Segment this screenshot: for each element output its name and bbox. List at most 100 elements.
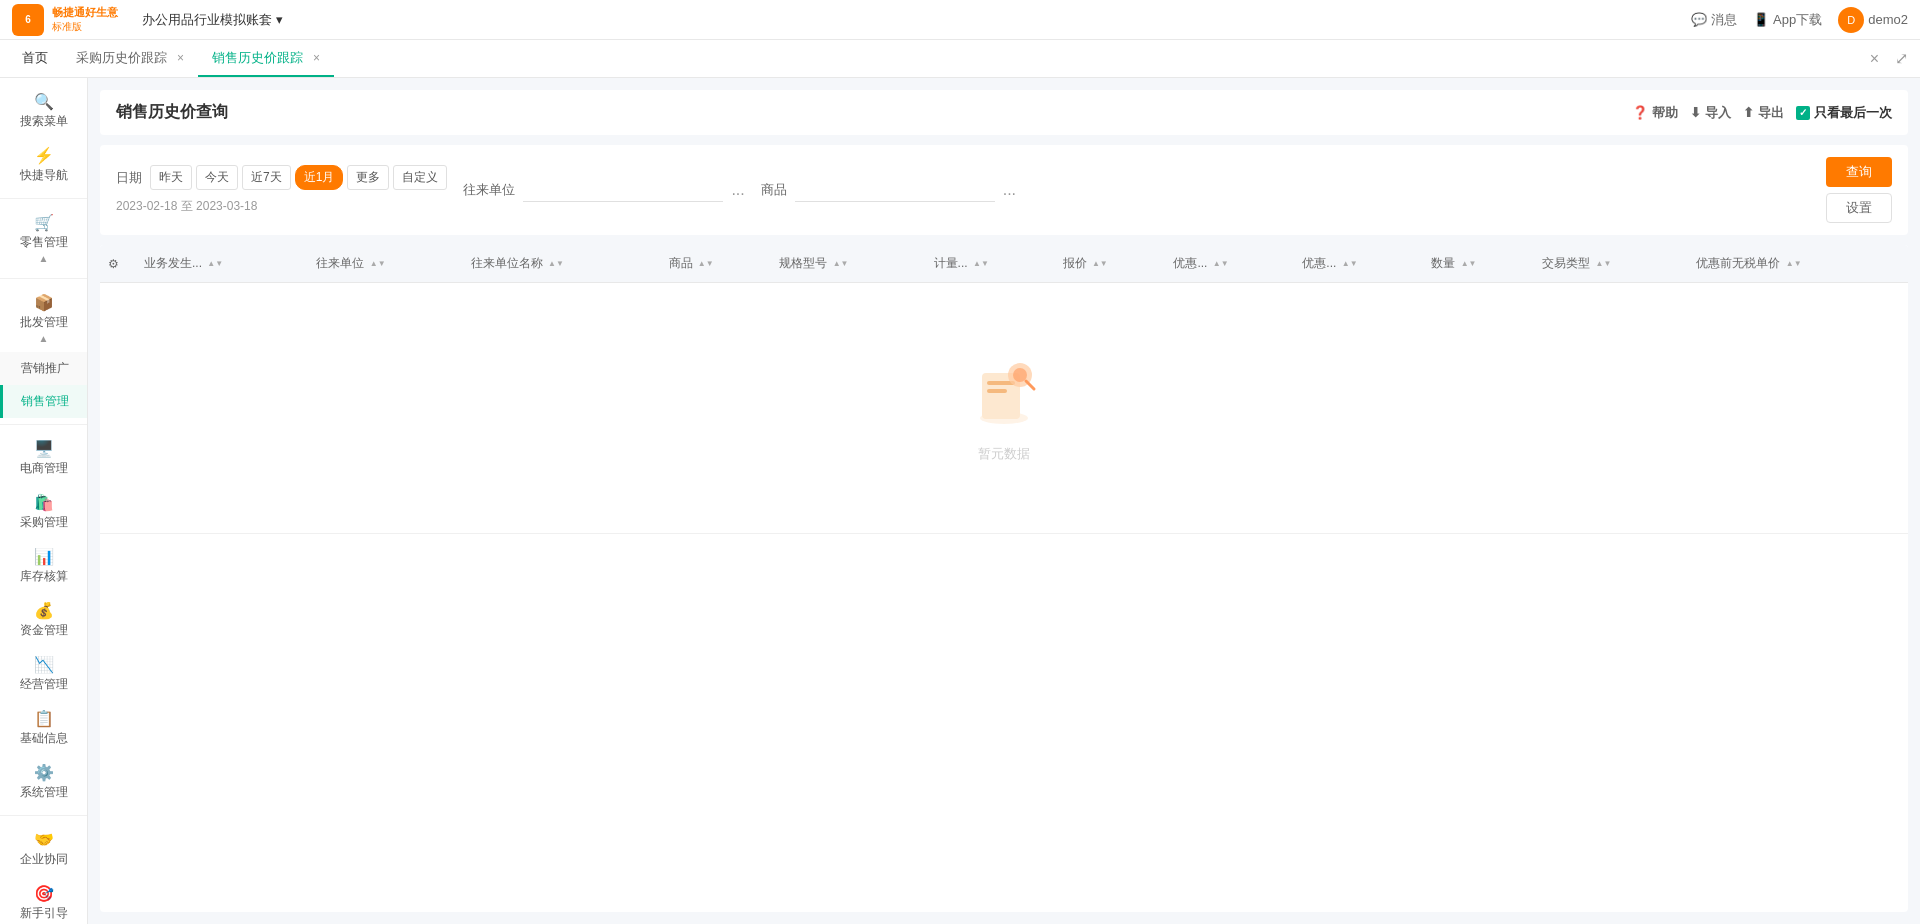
- date-btn-yesterday[interactable]: 昨天: [150, 165, 192, 190]
- mobile-icon: 📱: [1753, 12, 1769, 27]
- sort-icon: ▲▼: [698, 259, 714, 268]
- sort-icon: ▲▼: [1213, 259, 1229, 268]
- sidebar-item-search-menu[interactable]: 🔍 搜索菜单: [0, 84, 87, 138]
- table-col-quote[interactable]: 报价 ▲▼: [1055, 245, 1166, 283]
- date-label: 日期: [116, 169, 142, 187]
- sidebar-item-marketing-label: 营销推广: [21, 360, 69, 377]
- partner-input[interactable]: [523, 178, 723, 202]
- export-button[interactable]: ⬆ 导出: [1743, 104, 1784, 122]
- sidebar-item-wholesale-label: 批发管理: [20, 314, 68, 331]
- message-button[interactable]: 💬 消息: [1691, 11, 1737, 29]
- partner-label: 往来单位: [463, 181, 515, 199]
- close-window-button[interactable]: ×: [1866, 46, 1883, 72]
- sidebar-item-wholesale-mgmt[interactable]: 📦 批发管理 ▲: [0, 285, 87, 352]
- sidebar-item-sys-settings[interactable]: ⚙️ 系统管理: [0, 755, 87, 809]
- gear-icon[interactable]: ⚙: [108, 257, 119, 271]
- query-button[interactable]: 查询: [1826, 157, 1892, 187]
- inventory-icon: 📊: [34, 547, 54, 566]
- sort-icon: ▲▼: [207, 259, 223, 268]
- empty-illustration: [964, 353, 1044, 433]
- sidebar-item-quick-nav[interactable]: ⚡ 快捷导航: [0, 138, 87, 192]
- table-col-qty[interactable]: 数量 ▲▼: [1423, 245, 1534, 283]
- sidebar-item-marketing[interactable]: 营销推广: [0, 352, 87, 385]
- sidebar-item-finance[interactable]: 💰 资金管理: [0, 593, 87, 647]
- expand-window-button[interactable]: ⤢: [1891, 45, 1912, 72]
- date-btn-more[interactable]: 更多: [347, 165, 389, 190]
- table-col-partner-code[interactable]: 往来单位 ▲▼: [308, 245, 462, 283]
- page-title-actions: ❓ 帮助 ⬇ 导入 ⬆ 导出 只看最后一次: [1632, 104, 1892, 122]
- table-col-product[interactable]: 商品 ▲▼: [661, 245, 772, 283]
- avatar: D: [1838, 7, 1864, 33]
- only-last-checkbox[interactable]: [1796, 106, 1810, 120]
- only-last-checkbox-area[interactable]: 只看最后一次: [1796, 104, 1892, 122]
- tab-sales-history[interactable]: 销售历史价跟踪 ×: [198, 40, 334, 77]
- wholesale-icon: 📦: [34, 293, 54, 312]
- sidebar-item-sales-mgmt[interactable]: 销售管理: [0, 385, 87, 418]
- table-col-biz-date[interactable]: 业务发生... ▲▼: [136, 245, 308, 283]
- svg-rect-3: [987, 389, 1007, 393]
- finance-icon: 💰: [34, 601, 54, 620]
- sidebar-top-section: 🔍 搜索菜单 ⚡ 快捷导航: [0, 78, 87, 199]
- date-btn-last1m[interactable]: 近1月: [295, 165, 344, 190]
- app-download-label: App下载: [1773, 11, 1822, 29]
- sidebar-item-sys-label: 系统管理: [20, 784, 68, 801]
- date-btn-today[interactable]: 今天: [196, 165, 238, 190]
- table-col-pretax-price[interactable]: 优惠前无税单价 ▲▼: [1688, 245, 1908, 283]
- date-buttons: 昨天 今天 近7天 近1月 更多 自定义: [150, 165, 447, 190]
- table-body: 暂元数据: [100, 283, 1908, 534]
- app-download-button[interactable]: 📱 App下载: [1753, 11, 1822, 29]
- table-col-tx-type[interactable]: 交易类型 ▲▼: [1534, 245, 1688, 283]
- sidebar-item-purchase[interactable]: 🛍️ 采购管理: [0, 485, 87, 539]
- svg-point-5: [1013, 368, 1027, 382]
- tab-purchase-history[interactable]: 采购历史价跟踪 ×: [62, 40, 198, 77]
- product-dots-button[interactable]: ...: [1003, 181, 1016, 199]
- page: 销售历史价查询 ❓ 帮助 ⬇ 导入 ⬆ 导出: [88, 78, 1920, 924]
- tab-purchase-history-close[interactable]: ×: [177, 51, 184, 65]
- table-col-discount1[interactable]: 优惠... ▲▼: [1165, 245, 1294, 283]
- help-label: 帮助: [1652, 104, 1678, 122]
- filter-row: 日期 昨天 今天 近7天 近1月 更多 自定义 2023-02-18 至 202…: [116, 157, 1892, 223]
- sidebar-item-sales-label: 销售管理: [21, 393, 69, 410]
- sort-icon: ▲▼: [1786, 259, 1802, 268]
- retail-icon: 🛒: [34, 213, 54, 232]
- account-selector[interactable]: 办公用品行业模拟账套 ▾: [142, 11, 283, 29]
- sidebar-item-retail-mgmt[interactable]: 🛒 零售管理 ▲: [0, 205, 87, 272]
- product-input[interactable]: [795, 178, 995, 202]
- quick-nav-icon: ⚡: [34, 146, 54, 165]
- sort-icon: ▲▼: [1342, 259, 1358, 268]
- import-button[interactable]: ⬇ 导入: [1690, 104, 1731, 122]
- username: demo2: [1868, 12, 1908, 27]
- coop-icon: 🤝: [34, 830, 54, 849]
- product-filter: 商品 ...: [761, 178, 1016, 202]
- sidebar-item-coop-label: 企业协同: [20, 851, 68, 868]
- sidebar-item-ecommerce[interactable]: 🖥️ 电商管理: [0, 431, 87, 485]
- table-col-spec[interactable]: 规格型号 ▲▼: [771, 245, 925, 283]
- tab-home[interactable]: 首页: [8, 40, 62, 77]
- table-col-discount2[interactable]: 优惠... ▲▼: [1294, 245, 1423, 283]
- date-btn-last7[interactable]: 近7天: [242, 165, 291, 190]
- search-icon: 🔍: [34, 92, 54, 111]
- basic-info-icon: 📋: [34, 709, 54, 728]
- tab-sales-history-close[interactable]: ×: [313, 51, 320, 65]
- table-col-unit[interactable]: 计量... ▲▼: [926, 245, 1055, 283]
- help-button[interactable]: ❓ 帮助: [1632, 104, 1678, 122]
- sidebar-item-inventory-label: 库存核算: [20, 568, 68, 585]
- sidebar-bottom-section: 🤝 企业协同 🎯 新手引导 📱 应用中心 💬 企业微信 👑 畅会员: [0, 816, 87, 924]
- page-title-bar: 销售历史价查询 ❓ 帮助 ⬇ 导入 ⬆ 导出: [100, 90, 1908, 135]
- sidebar-item-ops[interactable]: 📉 经营管理: [0, 647, 87, 701]
- svg-line-6: [1026, 381, 1034, 389]
- message-label: 消息: [1711, 11, 1737, 29]
- user-menu[interactable]: D demo2: [1838, 7, 1908, 33]
- sidebar-item-enterprise-coop[interactable]: 🤝 企业协同: [0, 822, 87, 876]
- sidebar-item-new-guide[interactable]: 🎯 新手引导: [0, 876, 87, 924]
- partner-dots-button[interactable]: ...: [731, 181, 744, 199]
- product-label: 商品: [761, 181, 787, 199]
- table-col-partner-name[interactable]: 往来单位名称 ▲▼: [463, 245, 661, 283]
- sidebar-item-basic-info[interactable]: 📋 基础信息: [0, 701, 87, 755]
- sidebar-item-inventory[interactable]: 📊 库存核算: [0, 539, 87, 593]
- date-btn-custom[interactable]: 自定义: [393, 165, 447, 190]
- settings-button[interactable]: 设置: [1826, 193, 1892, 223]
- wholesale-arrow-icon: ▲: [39, 333, 49, 344]
- sidebar-item-ops-label: 经营管理: [20, 676, 68, 693]
- sidebar-wholesale-section: 📦 批发管理 ▲ 营销推广 销售管理: [0, 279, 87, 425]
